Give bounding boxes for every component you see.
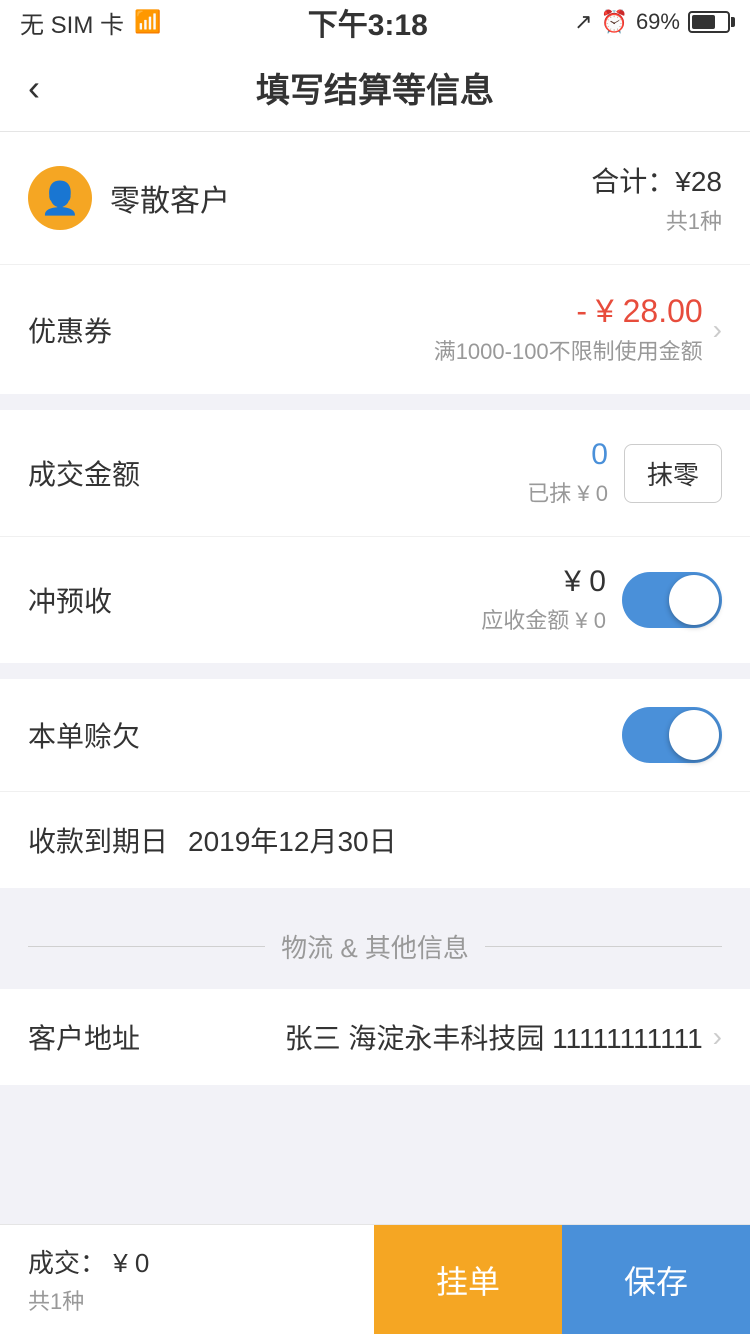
bottom-summary: 成交： ¥ 0 共1种 — [0, 1243, 374, 1316]
prepay-col: ¥ 0 应收金额 ¥ 0 — [481, 565, 606, 635]
status-time: 下午3:18 — [308, 0, 428, 44]
nav-bar: ‹ 填写结算等信息 — [0, 44, 750, 132]
deal-amount-right: 0 已抹 ¥ 0 抹零 — [527, 438, 722, 508]
debt-row: 本单赊欠 — [0, 679, 750, 792]
debt-right — [622, 707, 722, 763]
deal-amount-value: 0 — [527, 438, 608, 472]
customer-name: 零散客户 — [110, 176, 230, 220]
address-section: 客户地址 张三 海淀永丰科技园 11111111111 › — [0, 989, 750, 1085]
prepay-toggle[interactable] — [622, 572, 722, 628]
prepay-right: ¥ 0 应收金额 ¥ 0 — [481, 565, 722, 635]
deal-amount-label: 成交金额 — [28, 453, 140, 493]
customer-count: 共1种 — [591, 204, 722, 236]
deal-amount-col: 0 已抹 ¥ 0 — [527, 438, 608, 508]
due-date-row: 收款到期日 2019年12月30日 — [0, 792, 750, 888]
debt-section: 本单赊欠 收款到期日 2019年12月30日 — [0, 679, 750, 888]
customer-row: 👤 零散客户 合计：¥28 共1种 — [0, 132, 750, 264]
battery-fill — [692, 15, 715, 29]
divider-line-right — [485, 946, 722, 947]
logistics-divider: 物流 & 其他信息 — [28, 928, 722, 965]
content: 👤 零散客户 合计：¥28 共1种 优惠券 - ¥ 28.00 满1000-10… — [0, 132, 750, 1221]
customer-right: 合计：¥28 共1种 — [591, 160, 722, 236]
prepay-row: 冲预收 ¥ 0 应收金额 ¥ 0 — [0, 537, 750, 663]
coupon-row[interactable]: 优惠券 - ¥ 28.00 满1000-100不限制使用金额 › — [0, 264, 750, 394]
status-right: ↗ ⏰ 69% — [574, 9, 730, 35]
customer-left: 👤 零散客户 — [28, 166, 230, 230]
address-row[interactable]: 客户地址 张三 海淀永丰科技园 11111111111 › — [0, 989, 750, 1085]
coupon-amount: - ¥ 28.00 — [434, 293, 703, 330]
coupon-desc: 满1000-100不限制使用金额 — [434, 334, 703, 366]
due-date-value: 2019年12月30日 — [188, 820, 397, 860]
avatar-icon: 👤 — [40, 179, 80, 217]
battery-percent: 69% — [636, 9, 680, 35]
wifi-icon: 📶 — [134, 9, 161, 35]
battery-icon — [688, 11, 730, 33]
debt-toggle-knob — [669, 710, 719, 760]
address-chevron-icon: › — [713, 1021, 722, 1053]
back-button[interactable]: ‹ — [28, 67, 40, 109]
deal-amount-row: 成交金额 0 已抹 ¥ 0 抹零 — [0, 410, 750, 537]
customer-section: 👤 零散客户 合计：¥28 共1种 优惠券 - ¥ 28.00 满1000-10… — [0, 132, 750, 394]
coupon-label: 优惠券 — [28, 310, 112, 350]
location-icon: ↗ — [574, 9, 592, 35]
status-bar: 无 SIM 卡 📶 下午3:18 ↗ ⏰ 69% — [0, 0, 750, 44]
address-right: 张三 海淀永丰科技园 11111111111 › — [285, 1017, 722, 1057]
alarm-icon: ⏰ — [601, 9, 628, 35]
carrier-label: 无 SIM 卡 — [20, 5, 124, 40]
prepay-toggle-knob — [669, 575, 719, 625]
coupon-chevron-icon: › — [713, 314, 722, 346]
customer-total: 合计：¥28 — [591, 160, 722, 200]
coupon-right-inner: - ¥ 28.00 满1000-100不限制使用金额 — [434, 293, 703, 366]
deal-amount-sub: 已抹 ¥ 0 — [527, 476, 608, 508]
hang-button[interactable]: 挂单 — [374, 1225, 562, 1334]
debt-toggle[interactable] — [622, 707, 722, 763]
prepay-label: 冲预收 — [28, 580, 112, 620]
logistics-label: 物流 & 其他信息 — [281, 928, 469, 965]
save-button[interactable]: 保存 — [562, 1225, 750, 1334]
logistics-section: 物流 & 其他信息 — [0, 904, 750, 989]
address-value: 张三 海淀永丰科技园 11111111111 — [285, 1017, 703, 1057]
round-zero-button[interactable]: 抹零 — [624, 444, 722, 503]
prepay-sub: 应收金额 ¥ 0 — [481, 603, 606, 635]
bottom-deal-amount: ¥ 0 — [113, 1248, 149, 1278]
bottom-deal-label: 成交： — [28, 1248, 106, 1278]
coupon-right: - ¥ 28.00 满1000-100不限制使用金额 › — [434, 293, 722, 366]
divider-line-left — [28, 946, 265, 947]
address-label: 客户地址 — [28, 1017, 140, 1057]
page-title: 填写结算等信息 — [256, 63, 494, 112]
deal-section: 成交金额 0 已抹 ¥ 0 抹零 冲预收 ¥ 0 应收金额 ¥ 0 — [0, 410, 750, 663]
customer-avatar: 👤 — [28, 166, 92, 230]
status-left: 无 SIM 卡 📶 — [20, 5, 161, 40]
due-date-label: 收款到期日 — [28, 820, 168, 860]
debt-label: 本单赊欠 — [28, 715, 140, 755]
prepay-value: ¥ 0 — [481, 565, 606, 599]
bottom-count: 共1种 — [28, 1284, 346, 1316]
bottom-bar: 成交： ¥ 0 共1种 挂单 保存 — [0, 1224, 750, 1334]
bottom-deal-row: 成交： ¥ 0 — [28, 1243, 346, 1280]
